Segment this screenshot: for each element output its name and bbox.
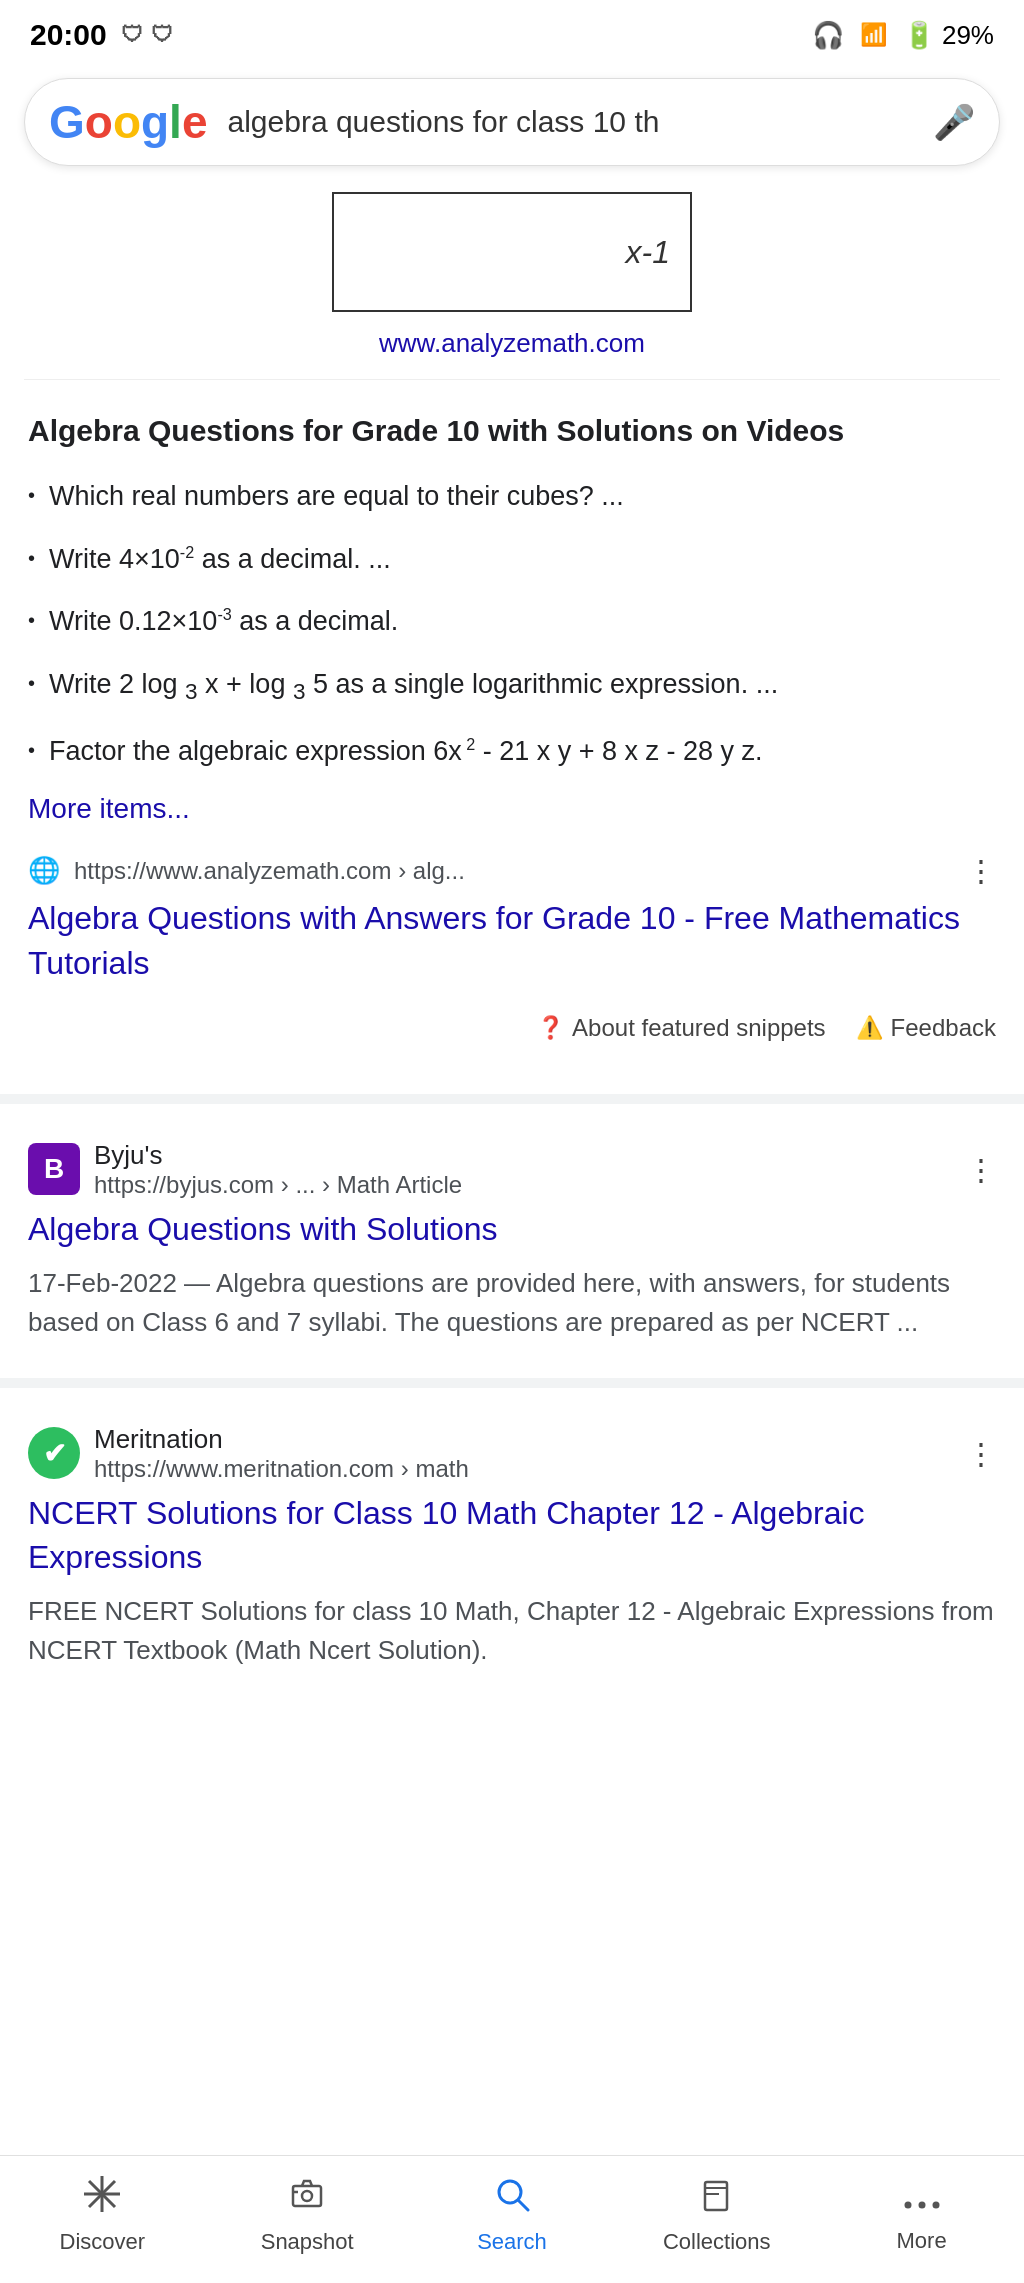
- math-label: x-1: [626, 234, 670, 271]
- feedback-label: Feedback: [891, 1014, 996, 1042]
- meritnation-more-options[interactable]: ⋮: [966, 1436, 996, 1471]
- more-icon: [904, 2178, 940, 2220]
- globe-icon: 🌐: [28, 855, 60, 886]
- bullet-dot: •: [28, 543, 35, 573]
- question-icon: ❓: [537, 1015, 564, 1041]
- featured-result-meta: 🌐 https://www.analyzemath.com › alg... ⋮: [28, 853, 996, 888]
- signal-icon: 📶: [860, 22, 887, 48]
- meritnation-result: ✔ Meritnation https://www.meritnation.co…: [0, 1404, 1024, 1691]
- feedback-icon: ⚠️: [856, 1015, 883, 1041]
- bullet-text-5: Factor the algebraic expression 6x 2 - 2…: [49, 731, 763, 772]
- nav-item-search[interactable]: Search: [432, 2176, 592, 2255]
- meritnation-url: https://www.meritnation.com › math: [94, 1455, 952, 1483]
- meritnation-description: FREE NCERT Solutions for class 10 Math, …: [28, 1592, 996, 1670]
- bullet-dot: •: [28, 480, 35, 510]
- snapshot-label: Snapshot: [261, 2229, 354, 2255]
- byjus-meta: B Byju's https://byjus.com › ... › Math …: [28, 1140, 996, 1199]
- image-preview: x-1 www.analyzemath.com: [24, 192, 1000, 380]
- meritnation-result-link[interactable]: NCERT Solutions for Class 10 Math Chapte…: [28, 1491, 996, 1581]
- about-snippets[interactable]: ❓ About featured snippets: [537, 1014, 826, 1042]
- divider-1: [0, 1094, 1024, 1104]
- status-left: 20:00 🛡 🛡: [30, 18, 173, 52]
- shield-icon-2: 🛡: [151, 22, 173, 48]
- bullet-text-1: Which real numbers are equal to their cu…: [49, 476, 624, 517]
- featured-title: Algebra Questions for Grade 10 with Solu…: [28, 410, 996, 452]
- search-bar-container: Google algebra questions for class 10 th…: [0, 62, 1024, 182]
- divider-2: [0, 1378, 1024, 1388]
- bullet-dot: •: [28, 605, 35, 635]
- bullet-list: • Which real numbers are equal to their …: [28, 476, 996, 771]
- byjus-name: Byju's: [94, 1140, 952, 1171]
- nav-item-collections[interactable]: Collections: [637, 2176, 797, 2255]
- featured-more-options[interactable]: ⋮: [966, 853, 996, 888]
- byjus-result-link[interactable]: Algebra Questions with Solutions: [28, 1207, 996, 1252]
- bullet-item-1: • Which real numbers are equal to their …: [28, 476, 996, 517]
- snapshot-icon: [289, 2176, 325, 2221]
- math-diagram: x-1: [332, 192, 692, 312]
- featured-snippet-content: Algebra Questions for Grade 10 with Solu…: [0, 390, 1024, 1078]
- bullet-item-5: • Factor the algebraic expression 6x 2 -…: [28, 731, 996, 772]
- bullet-text-2: Write 4×10-2 as a decimal. ...: [49, 539, 391, 580]
- collections-label: Collections: [663, 2229, 771, 2255]
- svg-point-12: [904, 2201, 911, 2208]
- bullet-text-4: Write 2 log 3 x + log 3 5 as a single lo…: [49, 664, 778, 709]
- byjus-source-info: Byju's https://byjus.com › ... › Math Ar…: [94, 1140, 952, 1199]
- search-label: Search: [477, 2229, 547, 2255]
- bullet-item-4: • Write 2 log 3 x + log 3 5 as a single …: [28, 664, 996, 709]
- svg-line-8: [518, 2200, 528, 2210]
- byjus-logo: B: [28, 1143, 80, 1195]
- bullet-text-3: Write 0.12×10-3 as a decimal.: [49, 601, 398, 642]
- meritnation-name: Meritnation: [94, 1424, 952, 1455]
- feedback-button[interactable]: ⚠️ Feedback: [856, 1014, 996, 1042]
- nav-item-snapshot[interactable]: Snapshot: [227, 2176, 387, 2255]
- bullet-item-2: • Write 4×10-2 as a decimal. ...: [28, 539, 996, 580]
- byjus-url: https://byjus.com › ... › Math Article: [94, 1171, 952, 1199]
- discover-icon: [84, 2176, 120, 2221]
- nav-item-discover[interactable]: Discover: [22, 2176, 182, 2255]
- byjus-more-options[interactable]: ⋮: [966, 1152, 996, 1187]
- headphones-icon: 🎧: [812, 20, 844, 51]
- bullet-dot: •: [28, 735, 35, 765]
- discover-label: Discover: [60, 2229, 146, 2255]
- meritnation-logo: ✔: [28, 1427, 80, 1479]
- shield-icon-1: 🛡: [121, 22, 143, 48]
- source-url-link[interactable]: www.analyzemath.com: [379, 328, 645, 359]
- bullet-dot: •: [28, 668, 35, 698]
- more-items-link[interactable]: More items...: [28, 793, 996, 825]
- status-icons: 🛡 🛡: [121, 22, 173, 48]
- bottom-nav: Discover Snapshot Search: [0, 2155, 1024, 2283]
- svg-point-13: [918, 2201, 925, 2208]
- svg-point-14: [932, 2201, 939, 2208]
- mic-icon[interactable]: 🎤: [933, 102, 975, 142]
- byjus-description: 17-Feb-2022 — Algebra questions are prov…: [28, 1264, 996, 1342]
- svg-rect-4: [293, 2186, 321, 2206]
- bullet-item-3: • Write 0.12×10-3 as a decimal.: [28, 601, 996, 642]
- feedback-row: ❓ About featured snippets ⚠️ Feedback: [28, 998, 996, 1058]
- search-query: algebra questions for class 10 th: [227, 105, 913, 139]
- about-snippets-label: About featured snippets: [572, 1014, 826, 1042]
- svg-rect-9: [705, 2182, 727, 2210]
- google-logo: Google: [49, 95, 207, 149]
- status-bar: 20:00 🛡 🛡 🎧 📶 🔋 29%: [0, 0, 1024, 62]
- meritnation-meta: ✔ Meritnation https://www.meritnation.co…: [28, 1424, 996, 1483]
- more-label: More: [897, 2228, 947, 2254]
- svg-point-5: [302, 2191, 312, 2201]
- battery-display: 🔋 29%: [903, 20, 994, 51]
- status-right: 🎧 📶 🔋 29%: [812, 20, 994, 51]
- time-display: 20:00: [30, 18, 107, 52]
- featured-result-url: https://www.analyzemath.com › alg...: [74, 857, 952, 885]
- search-icon: [494, 2176, 530, 2221]
- nav-item-more[interactable]: More: [842, 2178, 1002, 2254]
- meritnation-source-info: Meritnation https://www.meritnation.com …: [94, 1424, 952, 1483]
- byjus-result: B Byju's https://byjus.com › ... › Math …: [0, 1120, 1024, 1362]
- featured-result-link[interactable]: Algebra Questions with Answers for Grade…: [28, 896, 996, 986]
- collections-icon: [699, 2176, 735, 2221]
- search-bar[interactable]: Google algebra questions for class 10 th…: [24, 78, 1000, 166]
